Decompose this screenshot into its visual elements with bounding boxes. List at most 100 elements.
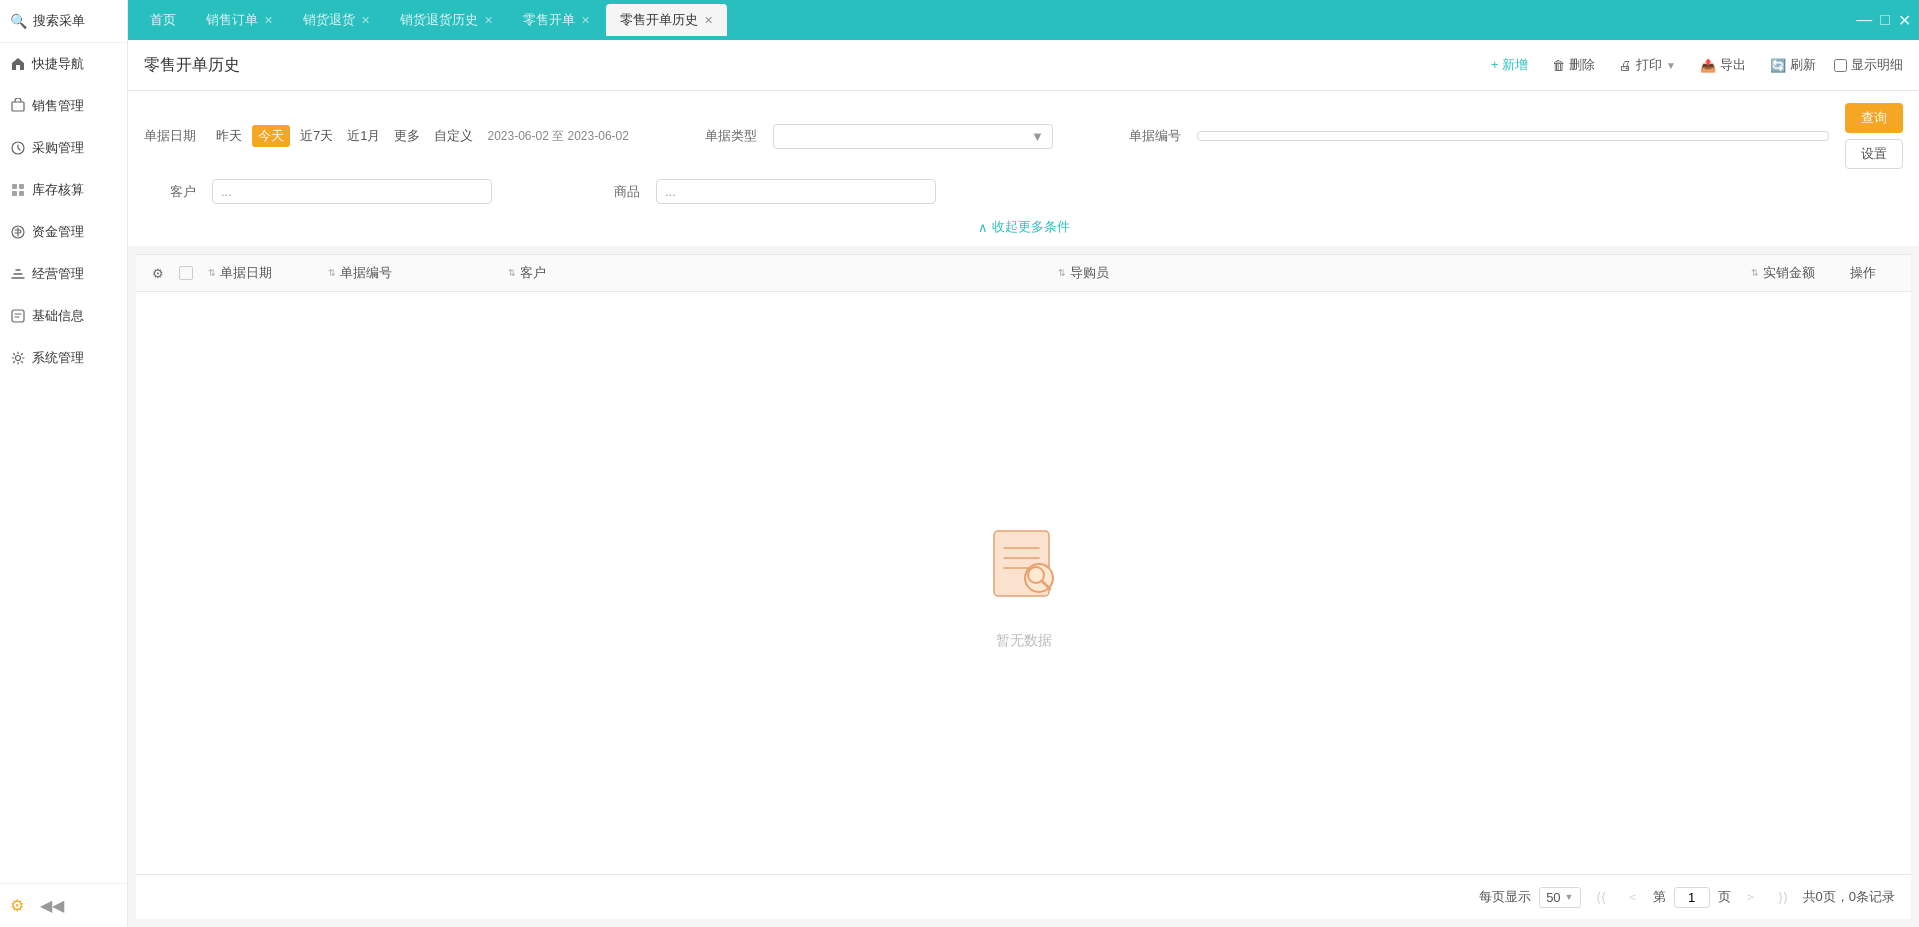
refresh-button[interactable]: 🔄 刷新 bbox=[1764, 52, 1822, 78]
system-icon bbox=[10, 350, 26, 366]
sidebar-item-inventory[interactable]: 库存核算 bbox=[0, 169, 127, 211]
export-button[interactable]: 📤 导出 bbox=[1694, 52, 1752, 78]
tab-retail-open[interactable]: 零售开单 ✕ bbox=[509, 4, 604, 36]
tab-label: 首页 bbox=[150, 11, 176, 29]
next-page-btn[interactable]: ＞ bbox=[1739, 885, 1763, 909]
delete-button[interactable]: 🗑 删除 bbox=[1546, 52, 1601, 78]
page-header: 零售开单历史 + 新增 🗑 删除 🖨 打印 ▼ 📤 导出 bbox=[128, 40, 1919, 91]
toolbar: + 新增 🗑 删除 🖨 打印 ▼ 📤 导出 🔄 刷新 bbox=[1485, 52, 1903, 78]
date-shortcuts: 昨天 今天 近7天 近1月 更多 自定义 2023-06-02 至 2023-0… bbox=[212, 125, 629, 147]
goods-input[interactable]: ... bbox=[656, 179, 936, 204]
export-label: 导出 bbox=[1720, 56, 1746, 74]
empty-text: 暂无数据 bbox=[996, 632, 1052, 650]
window-minimize-icon[interactable]: — bbox=[1856, 11, 1872, 29]
col-header-guide[interactable]: ⇅ 导购员 bbox=[1050, 264, 1170, 282]
date-btn-more[interactable]: 更多 bbox=[390, 125, 424, 147]
date-btn-yesterday[interactable]: 昨天 bbox=[212, 125, 246, 147]
col-header-date[interactable]: ⇅ 单据日期 bbox=[200, 264, 320, 282]
doc-num-input[interactable] bbox=[1197, 131, 1829, 141]
goods-placeholder: ... bbox=[665, 184, 676, 199]
tab-retail-open-hist[interactable]: 零售开单历史 ✕ bbox=[606, 4, 727, 36]
settings-icon-btn[interactable]: ⚙ bbox=[10, 896, 24, 915]
sidebar-item-purchase-mgmt[interactable]: 采购管理 bbox=[0, 127, 127, 169]
filter-actions: 查询 设置 bbox=[1845, 103, 1903, 169]
window-close-icon[interactable]: ✕ bbox=[1898, 11, 1911, 30]
sort-icon: ⇅ bbox=[208, 268, 216, 278]
show-detail-label-text: 显示明细 bbox=[1851, 56, 1903, 74]
col-label: 实销金额 bbox=[1763, 264, 1815, 282]
show-detail-checkbox-label[interactable]: 显示明细 bbox=[1834, 56, 1903, 74]
collapse-sidebar-btn[interactable]: ◀◀ bbox=[40, 896, 64, 915]
settings-button[interactable]: 设置 bbox=[1845, 139, 1903, 169]
delete-label: 删除 bbox=[1569, 56, 1595, 74]
sidebar-item-operations[interactable]: 经营管理 bbox=[0, 253, 127, 295]
print-label: 打印 bbox=[1636, 56, 1662, 74]
sales-icon bbox=[10, 98, 26, 114]
col-header-amount[interactable]: ⇅ 实销金额 bbox=[1703, 264, 1823, 282]
sort-icon: ⇅ bbox=[508, 268, 516, 278]
operations-icon bbox=[10, 266, 26, 282]
window-maximize-icon[interactable]: □ bbox=[1880, 11, 1890, 29]
last-page-btn[interactable]: ⟩⟩ bbox=[1771, 885, 1795, 909]
col-header-customer[interactable]: ⇅ 客户 bbox=[500, 264, 1050, 282]
tab-sales-order[interactable]: 销售订单 ✕ bbox=[192, 4, 287, 36]
tab-close-icon[interactable]: ✕ bbox=[484, 14, 493, 27]
sidebar-item-label: 系统管理 bbox=[32, 349, 84, 367]
search-menu-item[interactable]: 🔍 搜索采单 bbox=[0, 0, 127, 43]
svg-rect-4 bbox=[12, 191, 17, 196]
print-icon: 🖨 bbox=[1619, 58, 1632, 73]
date-btn-7days[interactable]: 近7天 bbox=[296, 125, 337, 147]
trash-icon: 🗑 bbox=[1552, 58, 1565, 73]
doc-num-label: 单据编号 bbox=[1129, 127, 1181, 145]
doc-type-select[interactable]: ▼ bbox=[773, 124, 1053, 149]
sidebar-item-quick-nav[interactable]: 快捷导航 bbox=[0, 43, 127, 85]
sidebar-item-label: 资金管理 bbox=[32, 223, 84, 241]
date-btn-1month[interactable]: 近1月 bbox=[343, 125, 384, 147]
query-button[interactable]: 查询 bbox=[1845, 103, 1903, 133]
tab-home[interactable]: 首页 bbox=[136, 4, 190, 36]
sidebar-item-label: 基础信息 bbox=[32, 307, 84, 325]
select-all-checkbox[interactable] bbox=[179, 266, 193, 280]
print-button[interactable]: 🖨 打印 ▼ bbox=[1613, 52, 1682, 78]
per-page-select[interactable]: 50 ▼ bbox=[1539, 887, 1580, 908]
tab-close-icon[interactable]: ✕ bbox=[704, 14, 713, 27]
sort-icon: ⇅ bbox=[1751, 268, 1759, 278]
sidebar: 🔍 搜索采单 快捷导航 销售管理 采购管理 库存核算 资金管理 bbox=[0, 0, 128, 927]
tab-label: 销售订单 bbox=[206, 11, 258, 29]
per-page-chevron: ▼ bbox=[1565, 892, 1574, 902]
filter-row-2: 客户 ... 商品 ... bbox=[144, 179, 1903, 204]
tab-close-icon[interactable]: ✕ bbox=[361, 14, 370, 27]
customer-placeholder: ... bbox=[221, 184, 232, 199]
table-settings-icon[interactable]: ⚙ bbox=[144, 266, 172, 281]
show-detail-checkbox[interactable] bbox=[1834, 59, 1847, 72]
collapse-filters-btn[interactable]: ∧ 收起更多条件 bbox=[144, 214, 1903, 240]
finance-icon bbox=[10, 224, 26, 240]
per-page-value: 50 bbox=[1546, 890, 1560, 905]
sidebar-item-sales-mgmt[interactable]: 销售管理 bbox=[0, 85, 127, 127]
page-suffix: 页 bbox=[1718, 888, 1731, 906]
date-btn-today[interactable]: 今天 bbox=[252, 125, 290, 147]
customer-input[interactable]: ... bbox=[212, 179, 492, 204]
sidebar-item-finance[interactable]: 资金管理 bbox=[0, 211, 127, 253]
tab-close-icon[interactable]: ✕ bbox=[581, 14, 590, 27]
col-label: 客户 bbox=[520, 264, 546, 282]
tab-close-icon[interactable]: ✕ bbox=[264, 14, 273, 27]
add-button[interactable]: + 新增 bbox=[1485, 52, 1534, 78]
table-select-all[interactable] bbox=[172, 266, 200, 280]
chevron-down-icon: ▼ bbox=[1031, 129, 1044, 144]
sidebar-item-sys-mgmt[interactable]: 系统管理 bbox=[0, 337, 127, 379]
page-label: 第 bbox=[1653, 888, 1666, 906]
svg-point-8 bbox=[16, 356, 21, 361]
refresh-label: 刷新 bbox=[1790, 56, 1816, 74]
first-page-btn[interactable]: ⟨⟨ bbox=[1589, 885, 1613, 909]
page-number-input[interactable] bbox=[1674, 887, 1710, 908]
prev-page-btn[interactable]: ＜ bbox=[1621, 885, 1645, 909]
tab-label: 销货退货 bbox=[303, 11, 355, 29]
goods-label: 商品 bbox=[588, 183, 640, 201]
sidebar-item-basic-info[interactable]: 基础信息 bbox=[0, 295, 127, 337]
tab-sales-return-hist[interactable]: 销货退货历史 ✕ bbox=[386, 4, 507, 36]
tab-sales-return[interactable]: 销货退货 ✕ bbox=[289, 4, 384, 36]
col-label: 单据编号 bbox=[340, 264, 392, 282]
date-btn-custom[interactable]: 自定义 bbox=[430, 125, 477, 147]
col-header-num[interactable]: ⇅ 单据编号 bbox=[320, 264, 500, 282]
